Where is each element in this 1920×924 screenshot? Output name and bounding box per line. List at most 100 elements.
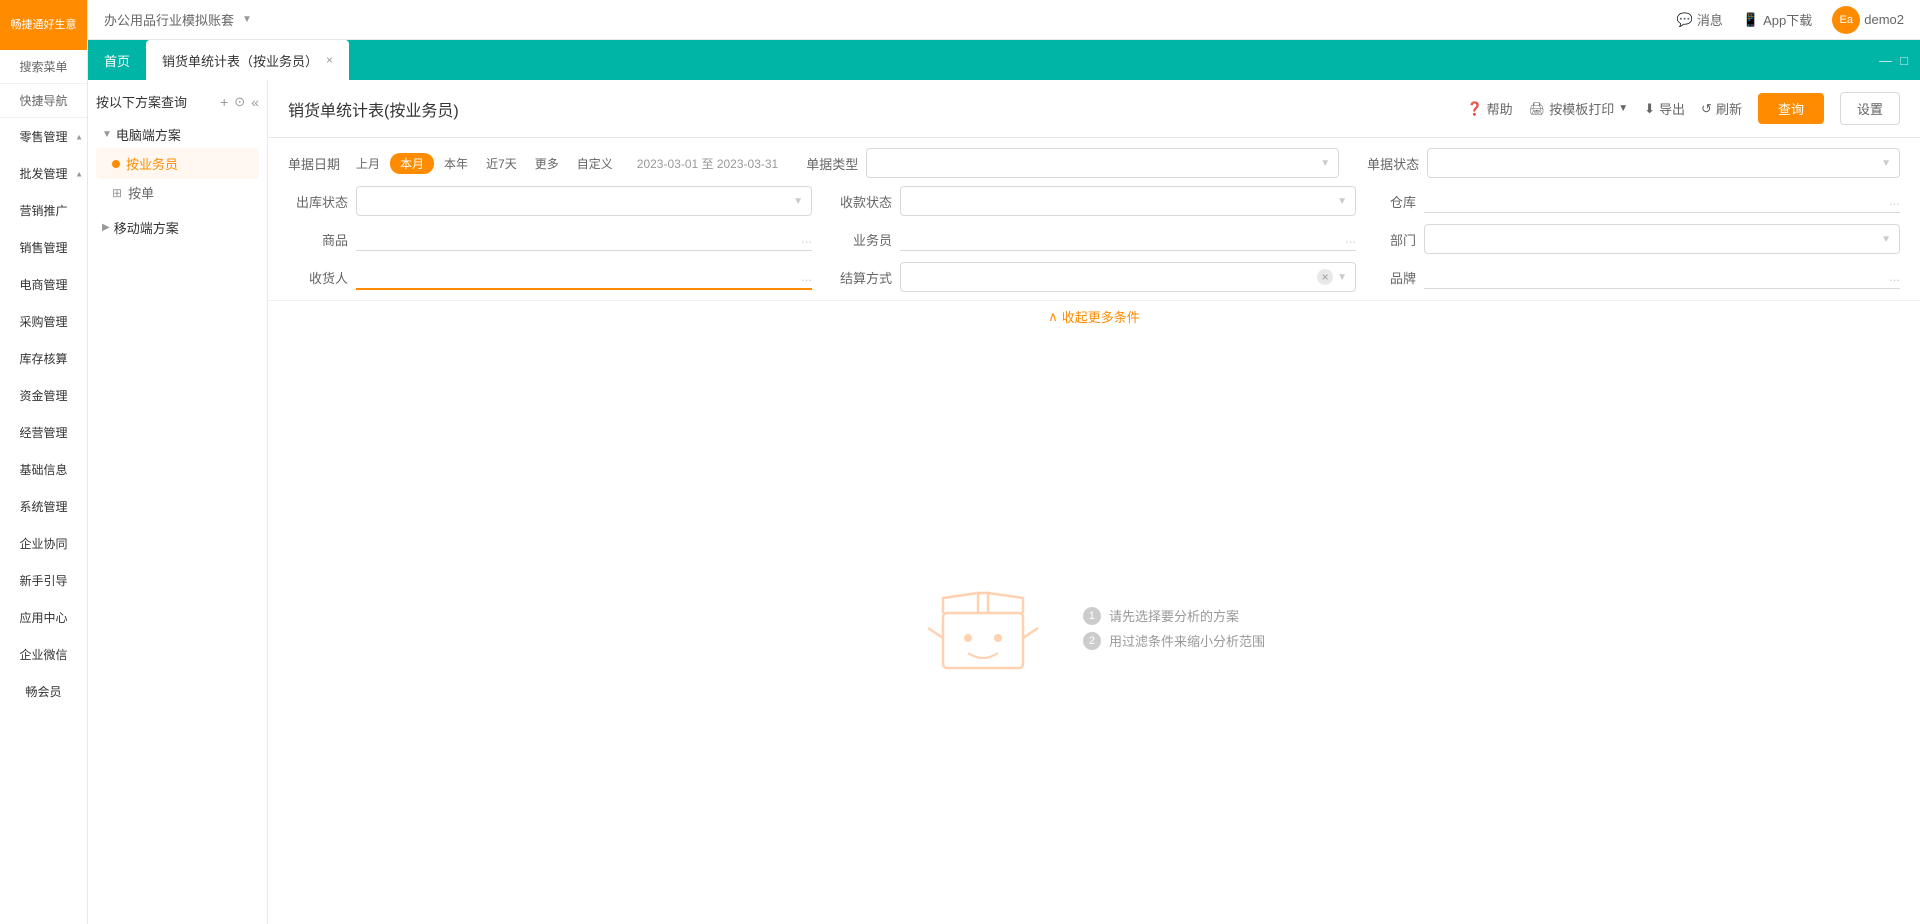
sidebar-item-apps[interactable]: 应用中心 xyxy=(0,599,87,636)
brand-input[interactable]: ... xyxy=(1424,265,1900,289)
sidebar-item-ecom[interactable]: 电商管理 xyxy=(0,266,87,303)
app-name-dropdown-icon[interactable]: ▼ xyxy=(242,14,252,25)
tab-close-icon[interactable]: × xyxy=(326,53,333,67)
recvstatus-arrow-icon: ▼ xyxy=(1337,196,1347,207)
scheme-group-mobile-header[interactable]: ▶ 移动端方案 xyxy=(96,214,259,241)
filter-warehouse-item: 仓库 ... xyxy=(1376,189,1900,213)
doctype-arrow-icon: ▼ xyxy=(1320,158,1330,169)
sidebar-item-finance[interactable]: 资金管理 xyxy=(0,377,87,414)
export-icon: ⬇ xyxy=(1644,101,1655,117)
filter-salesperson-item: 业务员 ... xyxy=(832,227,1356,251)
sidebar-item-wholesale[interactable]: 批发管理 xyxy=(0,155,87,192)
group-label: 电脑端方案 xyxy=(116,125,181,144)
filter-date-item: 单据日期 上月 本月 本年 近7天 更多 自定义 2023-03-01 至 20… xyxy=(288,153,778,174)
help-btn[interactable]: ❓ 帮助 xyxy=(1466,99,1512,118)
payment-controls: × ▼ xyxy=(1317,269,1347,285)
sidebar-logo: 畅捷通好生意 xyxy=(0,0,87,50)
sidebar-search[interactable]: 搜索菜单 xyxy=(0,50,87,84)
filter-goods-item: 商品 ... xyxy=(288,227,812,251)
outstatus-arrow-icon: ▼ xyxy=(793,196,803,207)
sidebar-item-enterprise[interactable]: 企业协同 xyxy=(0,525,87,562)
hint-text-2: 用过滤条件来缩小分析范围 xyxy=(1109,631,1265,650)
sidebar-item-basic[interactable]: 基础信息 xyxy=(0,451,87,488)
filter-recvstatus-item: 收款状态 ▼ xyxy=(832,186,1356,216)
doctype-label: 单据类型 xyxy=(798,154,858,173)
dept-arrow-icon: ▼ xyxy=(1881,234,1891,245)
collapse-bar[interactable]: ∧ 收起更多条件 xyxy=(268,300,1920,332)
filter-section: 单据日期 上月 本月 本年 近7天 更多 自定义 2023-03-01 至 20… xyxy=(268,138,1920,332)
doctype-select[interactable]: ▼ xyxy=(866,148,1339,178)
active-dot-icon xyxy=(112,160,120,168)
date-tab-more[interactable]: 更多 xyxy=(527,153,567,174)
app-download-btn[interactable]: 📱 App下载 xyxy=(1743,10,1812,29)
print-btn[interactable]: 🖨 按模板打印 ▼ xyxy=(1529,99,1628,118)
recvstatus-select[interactable]: ▼ xyxy=(900,186,1356,216)
collapse-panel-icon[interactable]: « xyxy=(251,94,259,110)
docstatus-label: 单据状态 xyxy=(1359,154,1419,173)
sidebar-item-marketing[interactable]: 营销推广 xyxy=(0,192,87,229)
window-max-icon[interactable]: □ xyxy=(1900,53,1908,68)
filter-row-2: 出库状态 ▼ 收款状态 ▼ 仓库 xyxy=(268,186,1920,224)
edit-scheme-icon[interactable]: ⊙ xyxy=(234,94,245,110)
tab-home[interactable]: 首页 xyxy=(88,40,146,80)
scheme-by-order[interactable]: ⊞ 按单 xyxy=(96,179,259,206)
sidebar-item-purchase[interactable]: 采购管理 xyxy=(0,303,87,340)
docstatus-select[interactable]: ▼ xyxy=(1427,148,1900,178)
date-tab-this-month[interactable]: 本月 xyxy=(390,153,434,174)
sidebar-item-ops[interactable]: 经营管理 xyxy=(0,414,87,451)
message-btn[interactable]: 💬 消息 xyxy=(1677,10,1723,29)
page-title: 销货单统计表(按业务员) xyxy=(288,97,459,121)
sidebar-item-retail[interactable]: 零售管理 xyxy=(0,118,87,155)
export-btn[interactable]: ⬇ 导出 xyxy=(1644,99,1685,118)
window-min-icon[interactable]: — xyxy=(1879,53,1892,68)
sidebar-item-wechat[interactable]: 企业微信 xyxy=(0,636,87,673)
mobile-group-label: 移动端方案 xyxy=(114,218,179,237)
scheme-group-desktop-header[interactable]: ▼ 电脑端方案 xyxy=(96,121,259,148)
settings-button[interactable]: 设置 xyxy=(1840,92,1900,125)
date-tab-custom[interactable]: 自定义 xyxy=(569,153,621,174)
username: demo2 xyxy=(1864,12,1904,27)
payment-select[interactable]: × ▼ xyxy=(900,262,1356,292)
receiver-input[interactable]: ... xyxy=(356,265,812,290)
empty-hint-2: 2 用过滤条件来缩小分析范围 xyxy=(1083,631,1265,650)
filter-doctype-item: 单据类型 ▼ xyxy=(798,148,1339,178)
tab-home-label: 首页 xyxy=(104,51,130,70)
date-tabs: 上月 本月 本年 近7天 更多 自定义 xyxy=(348,153,621,174)
docstatus-arrow-icon: ▼ xyxy=(1881,158,1891,169)
tab-sales-stats[interactable]: 销货单统计表（按业务员） × xyxy=(146,40,349,80)
sidebar-item-inventory[interactable]: 库存核算 xyxy=(0,340,87,377)
refresh-icon: ↺ xyxy=(1701,101,1712,117)
sidebar-item-sales[interactable]: 销售管理 xyxy=(0,229,87,266)
refresh-btn[interactable]: ↺ 刷新 xyxy=(1701,99,1742,118)
date-tab-this-year[interactable]: 本年 xyxy=(436,153,476,174)
help-icon: ❓ xyxy=(1466,101,1482,117)
page-header: 销货单统计表(按业务员) ❓ 帮助 🖨 按模板打印 ▼ ⬇ xyxy=(268,80,1920,138)
user-menu[interactable]: Ea demo2 xyxy=(1832,6,1904,34)
date-tab-last-month[interactable]: 上月 xyxy=(348,153,388,174)
scheme-order-label: 按单 xyxy=(128,183,154,202)
salesperson-input[interactable]: ... xyxy=(900,227,1356,251)
app-name: 办公用品行业模拟账套 xyxy=(104,10,234,29)
scheme-by-salesperson[interactable]: 按业务员 xyxy=(96,148,259,179)
date-tab-7days[interactable]: 近7天 xyxy=(478,153,525,174)
logo-text: 畅捷通好生意 xyxy=(11,18,77,32)
topbar: 办公用品行业模拟账套 ▼ 💬 消息 📱 App下载 Ea demo2 xyxy=(88,0,1920,40)
dept-label: 部门 xyxy=(1376,230,1416,249)
payment-label: 结算方式 xyxy=(832,268,892,287)
right-content: 销货单统计表(按业务员) ❓ 帮助 🖨 按模板打印 ▼ ⬇ xyxy=(268,80,1920,924)
sidebar-quicknav[interactable]: 快捷导航 xyxy=(0,84,87,118)
outstatus-select[interactable]: ▼ xyxy=(356,186,812,216)
sidebar-item-system[interactable]: 系统管理 xyxy=(0,488,87,525)
warehouse-dots-icon: ... xyxy=(1889,193,1900,208)
warehouse-input[interactable]: ... xyxy=(1424,189,1900,213)
scheme-salesperson-label: 按业务员 xyxy=(126,154,178,173)
date-label: 单据日期 xyxy=(288,154,340,173)
date-range-display: 2023-03-01 至 2023-03-31 xyxy=(637,155,778,172)
sidebar-item-vip[interactable]: 畅会员 xyxy=(0,673,87,710)
payment-clear-icon[interactable]: × xyxy=(1317,269,1333,285)
sidebar-item-newbie[interactable]: 新手引导 xyxy=(0,562,87,599)
add-scheme-icon[interactable]: + xyxy=(220,94,228,110)
goods-input[interactable]: ... xyxy=(356,227,812,251)
query-button[interactable]: 查询 xyxy=(1758,93,1824,124)
dept-select[interactable]: ▼ xyxy=(1424,224,1900,254)
